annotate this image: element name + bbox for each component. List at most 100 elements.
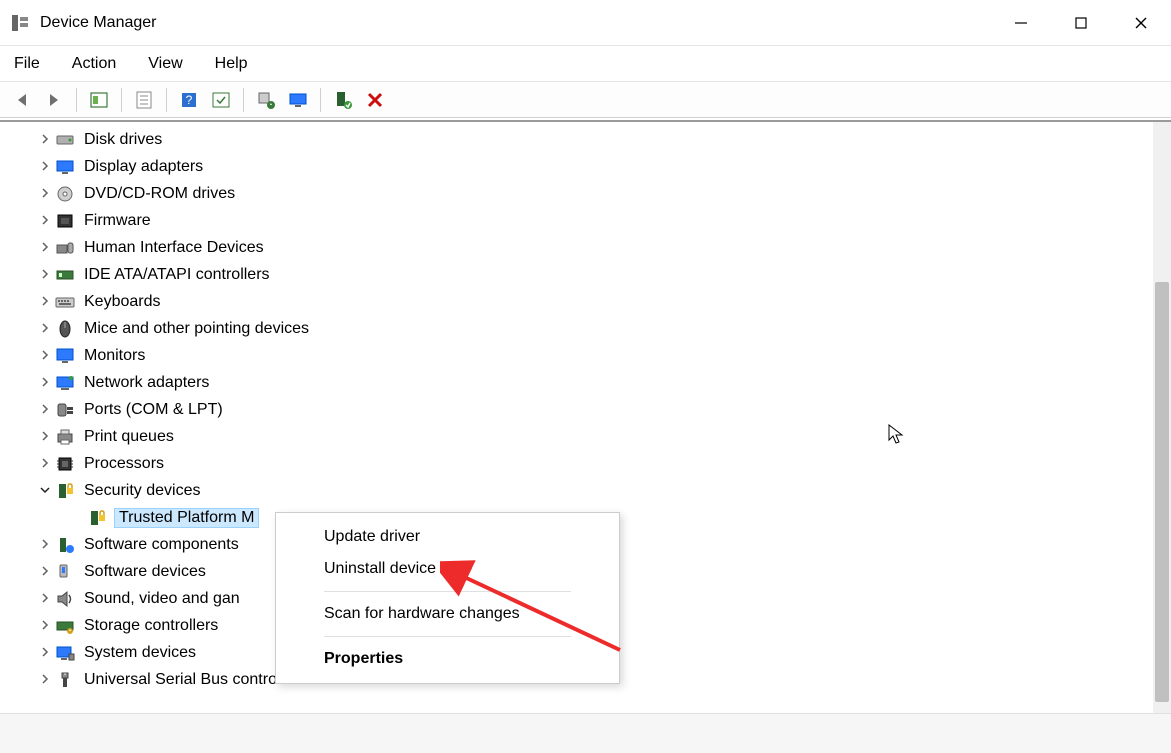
- tree-node-label: Display adapters: [84, 158, 203, 175]
- system-icon: [54, 643, 76, 663]
- toolbar-update-driver[interactable]: [252, 86, 280, 114]
- storage-icon: [54, 616, 76, 636]
- swcomp-icon: [54, 535, 76, 555]
- tree-node-label: System devices: [84, 644, 196, 661]
- tree-node-label: Sound, video and gan: [84, 590, 240, 607]
- cpu-icon: [54, 454, 76, 474]
- expander-icon[interactable]: [38, 403, 52, 417]
- toolbar-properties[interactable]: [130, 86, 158, 114]
- mouse-icon: [54, 319, 76, 339]
- tree-node-hid[interactable]: Human Interface Devices: [10, 234, 1151, 261]
- context-menu: Update driver Uninstall device Scan for …: [275, 512, 620, 684]
- context-scan-hardware[interactable]: Scan for hardware changes: [276, 598, 619, 630]
- dvd-icon: [54, 184, 76, 204]
- tree-node-disk[interactable]: Disk drives: [10, 126, 1151, 153]
- tree-node-label: Software devices: [84, 563, 206, 580]
- tree-node-printer[interactable]: Print queues: [10, 423, 1151, 450]
- svg-text:?: ?: [186, 93, 193, 107]
- expander-icon[interactable]: [38, 484, 52, 498]
- tree-node-label: Monitors: [84, 347, 145, 364]
- statusbar: [0, 713, 1171, 753]
- tree-node-mouse[interactable]: Mice and other pointing devices: [10, 315, 1151, 342]
- expander-icon[interactable]: [38, 538, 52, 552]
- keyboard-icon: [54, 292, 76, 312]
- expander-icon[interactable]: [38, 295, 52, 309]
- tree-node-label: Mice and other pointing devices: [84, 320, 309, 337]
- toolbar-separator: [76, 88, 77, 112]
- expander-icon[interactable]: [38, 187, 52, 201]
- expander-icon[interactable]: [38, 619, 52, 633]
- tree-node-label: Firmware: [84, 212, 151, 229]
- tree-node-label: Ports (COM & LPT): [84, 401, 223, 418]
- tree-node-label: Print queues: [84, 428, 174, 445]
- network-icon: [54, 373, 76, 393]
- toolbar: ?: [0, 82, 1171, 118]
- tree-node-label: IDE ATA/ATAPI controllers: [84, 266, 270, 283]
- tree-node-label: Processors: [84, 455, 164, 472]
- expander-icon[interactable]: [38, 565, 52, 579]
- menu-file[interactable]: File: [10, 51, 44, 77]
- toolbar-show-hide[interactable]: [85, 86, 113, 114]
- toolbar-help[interactable]: ?: [175, 86, 203, 114]
- expander-icon[interactable]: [38, 268, 52, 282]
- expander-icon[interactable]: [38, 430, 52, 444]
- ide-icon: [54, 265, 76, 285]
- maximize-button[interactable]: [1051, 0, 1111, 46]
- menu-view[interactable]: View: [144, 51, 186, 77]
- tree-node-label: Keyboards: [84, 293, 161, 310]
- tree-node-label: Storage controllers: [84, 617, 218, 634]
- tree-node-firmware[interactable]: Firmware: [10, 207, 1151, 234]
- printer-icon: [54, 427, 76, 447]
- firmware-icon: [54, 211, 76, 231]
- context-update-driver[interactable]: Update driver: [276, 521, 619, 553]
- tree-node-label: Disk drives: [84, 131, 162, 148]
- app-icon: [10, 13, 30, 33]
- tpm-icon: [86, 508, 108, 528]
- toolbar-uninstall-device[interactable]: [361, 86, 389, 114]
- menubar: File Action View Help: [0, 46, 1171, 82]
- expander-icon[interactable]: [38, 457, 52, 471]
- titlebar: Device Manager: [0, 0, 1171, 46]
- tree-node-display[interactable]: Display adapters: [10, 153, 1151, 180]
- context-separator: [324, 636, 571, 637]
- expander-icon[interactable]: [38, 592, 52, 606]
- close-button[interactable]: [1111, 0, 1171, 46]
- toolbar-scan-hardware[interactable]: [284, 86, 312, 114]
- expander-icon[interactable]: [38, 673, 52, 687]
- tree-node-keyboard[interactable]: Keyboards: [10, 288, 1151, 315]
- expander-icon[interactable]: [38, 349, 52, 363]
- tree-node-monitor[interactable]: Monitors: [10, 342, 1151, 369]
- vertical-scrollbar[interactable]: [1153, 122, 1171, 713]
- tree-node-dvd[interactable]: DVD/CD-ROM drives: [10, 180, 1151, 207]
- expander-icon[interactable]: [38, 646, 52, 660]
- window-title: Device Manager: [40, 14, 157, 32]
- tree-node-ide[interactable]: IDE ATA/ATAPI controllers: [10, 261, 1151, 288]
- expander-icon[interactable]: [38, 241, 52, 255]
- expander-icon[interactable]: [38, 376, 52, 390]
- context-uninstall-device[interactable]: Uninstall device: [276, 553, 619, 585]
- toolbar-back[interactable]: [8, 86, 36, 114]
- context-properties[interactable]: Properties: [276, 643, 619, 675]
- expander-icon[interactable]: [38, 214, 52, 228]
- menu-help[interactable]: Help: [211, 51, 252, 77]
- tree-node-label: Software components: [84, 536, 239, 553]
- toolbar-separator: [166, 88, 167, 112]
- menu-action[interactable]: Action: [68, 51, 120, 77]
- expander-icon[interactable]: [38, 160, 52, 174]
- tree-node-security[interactable]: Security devices: [10, 477, 1151, 504]
- expander-icon[interactable]: [38, 133, 52, 147]
- tree-node-label: DVD/CD-ROM drives: [84, 185, 235, 202]
- tree-node-port[interactable]: Ports (COM & LPT): [10, 396, 1151, 423]
- tree-node-label: Human Interface Devices: [84, 239, 264, 256]
- tree-node-network[interactable]: Network adapters: [10, 369, 1151, 396]
- toolbar-enable-device[interactable]: [329, 86, 357, 114]
- expander-icon[interactable]: [38, 322, 52, 336]
- scrollbar-thumb[interactable]: [1155, 282, 1169, 702]
- toolbar-forward[interactable]: [40, 86, 68, 114]
- security-icon: [54, 481, 76, 501]
- toolbar-details[interactable]: [207, 86, 235, 114]
- context-separator: [324, 591, 571, 592]
- tree-node-cpu[interactable]: Processors: [10, 450, 1151, 477]
- minimize-button[interactable]: [991, 0, 1051, 46]
- sound-icon: [54, 589, 76, 609]
